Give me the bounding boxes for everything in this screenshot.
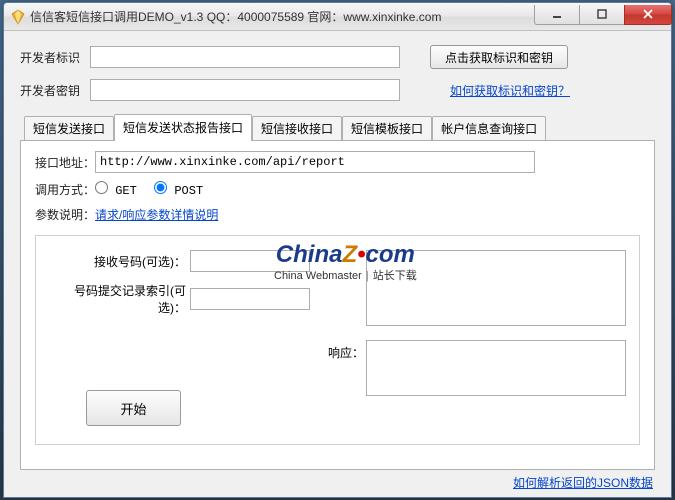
dev-id-input[interactable] [90, 46, 400, 68]
param-label: 参数说明： [35, 206, 95, 223]
api-url-input[interactable] [95, 151, 535, 173]
record-index-input[interactable] [190, 288, 310, 310]
tab-account-info[interactable]: 帐户信息查询接口 [432, 116, 546, 141]
tab-sms-send[interactable]: 短信发送接口 [24, 116, 114, 141]
tab-sms-receive[interactable]: 短信接收接口 [252, 116, 342, 141]
request-textarea[interactable] [366, 250, 626, 326]
json-help-link[interactable]: 如何解析返回的JSON数据 [513, 474, 653, 491]
tab-sms-status-report[interactable]: 短信发送状态报告接口 [114, 114, 252, 141]
method-label: 调用方式： [35, 181, 95, 198]
maximize-button[interactable] [579, 5, 625, 25]
credentials-help-link[interactable]: 如何获取标识和密钥？ [450, 82, 570, 99]
recv-number-label: 接收号码(可选)： [50, 253, 190, 270]
api-url-label: 接口地址： [35, 154, 95, 171]
method-post-radio[interactable]: POST [154, 184, 203, 198]
method-post-label: POST [174, 184, 203, 198]
start-button[interactable]: 开始 [86, 390, 181, 426]
request-group: 接收号码(可选)： 号码提交记录索引(可选)： 响应： 开始 [35, 235, 640, 445]
titlebar[interactable]: 信信客短信接口调用DEMO_v1.3 QQ：4000075589 官网：www.… [4, 3, 671, 31]
app-window: 信信客短信接口调用DEMO_v1.3 QQ：4000075589 官网：www.… [3, 2, 672, 498]
dev-key-input[interactable] [90, 79, 400, 101]
window-title: 信信客短信接口调用DEMO_v1.3 QQ：4000075589 官网：www.… [30, 8, 441, 25]
param-doc-link[interactable]: 请求/响应参数详情说明 [95, 206, 218, 223]
window-control-group [535, 5, 672, 25]
method-get-radio[interactable]: GET [95, 184, 137, 198]
response-label: 响应： [328, 344, 364, 361]
client-area: 开发者标识 点击获取标识和密钥 开发者密钥 如何获取标识和密钥？ 短信发送接口 … [4, 31, 671, 497]
tab-control: 短信发送接口 短信发送状态报告接口 短信接收接口 短信模板接口 帐户信息查询接口… [20, 115, 655, 470]
close-button[interactable] [624, 5, 672, 25]
dev-id-label: 开发者标识 [20, 49, 90, 66]
record-index-label: 号码提交记录索引(可选)： [50, 282, 190, 316]
method-get-label: GET [115, 184, 137, 198]
app-icon [10, 9, 26, 25]
dev-key-label: 开发者密钥 [20, 82, 90, 99]
minimize-button[interactable] [534, 5, 580, 25]
get-credentials-button[interactable]: 点击获取标识和密钥 [430, 45, 568, 69]
tab-sms-template[interactable]: 短信模板接口 [342, 116, 432, 141]
recv-number-input[interactable] [190, 250, 310, 272]
response-textarea[interactable] [366, 340, 626, 396]
tab-panel: 接口地址： 调用方式： GET POST 参数说明： 请求/响应参数详情说明 [20, 140, 655, 470]
